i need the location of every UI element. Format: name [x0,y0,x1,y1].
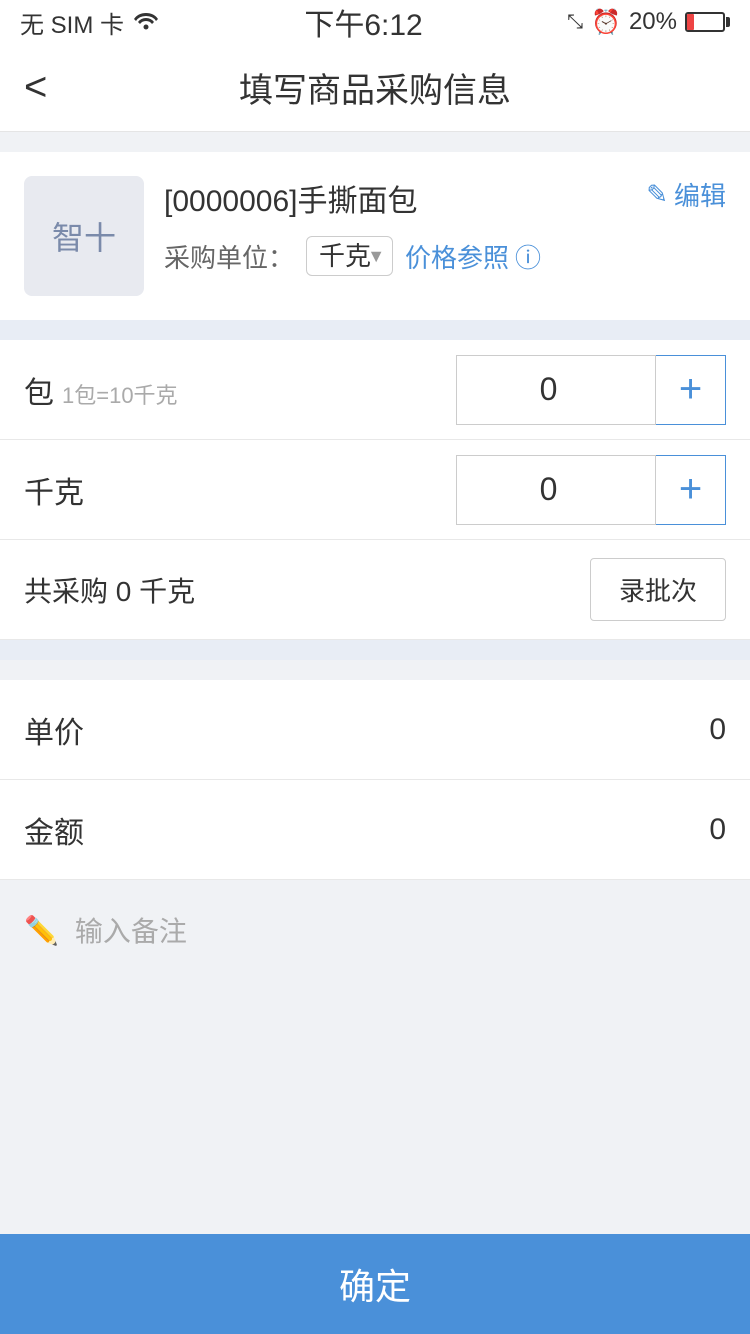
record-batch-button[interactable]: 录批次 [590,558,726,621]
alarm-icon: ⏰ [591,8,621,37]
unit-label: 采购单位： [164,238,294,275]
summary-unit: 千克 [139,576,195,607]
battery-icon [685,12,730,32]
product-name: [0000006]手撕面包 [164,176,726,220]
amount-row: 金额 0 [0,780,750,880]
location-icon: ⤡ [567,11,583,34]
edit-label: 编辑 [674,176,726,213]
wifi-icon [132,8,160,37]
section-divider-2 [0,640,750,660]
amount-label: 金额 [24,808,84,852]
status-bar: 无 SIM 卡 下午6:12 ⤡ ⏰ 20% [0,0,750,44]
kg-label: 千克 [24,468,456,512]
bag-quantity-input[interactable] [456,355,656,425]
sim-label: 无 SIM 卡 [20,5,124,40]
product-image: 智十 [24,176,144,296]
summary-text: 共采购 0 千克 [24,570,195,610]
kg-quantity-input[interactable] [456,455,656,525]
amount-value: 0 [709,813,726,847]
price-info-section: 单价 0 金额 0 [0,680,750,880]
kg-input-row: 千克 + [0,440,750,540]
unit-select[interactable]: 千克 包 [306,236,393,276]
pencil-icon: ✏️ [24,914,59,947]
battery-percent: 20% [629,8,677,36]
summary-row: 共采购 0 千克 录批次 [0,540,750,640]
status-right: ⤡ ⏰ 20% [567,8,730,37]
product-info: [0000006]手撕面包 采购单位： 千克 包 价格参照 ⓘ [164,176,726,276]
status-time: 下午6:12 [304,0,422,44]
unit-price-value: 0 [709,713,726,747]
confirm-button[interactable]: 确定 [0,1234,750,1334]
section-divider-1 [0,320,750,340]
price-ref-button[interactable]: 价格参照 ⓘ [405,238,541,275]
summary-prefix: 共采购 [24,576,116,607]
nav-bar: < 填写商品采购信息 [0,44,750,132]
page-title: 填写商品采购信息 [239,63,511,112]
summary-amount: 0 [116,576,139,607]
price-ref-label: 价格参照 [405,238,509,275]
unit-price-row: 单价 0 [0,680,750,780]
input-section: 包1包=10千克 + 千克 + [0,340,750,540]
kg-input-control: + [456,455,726,525]
bag-label: 包1包=10千克 [24,368,456,412]
product-unit-row: 采购单位： 千克 包 价格参照 ⓘ [164,236,726,276]
edit-button[interactable]: ✎ 编辑 [646,176,726,213]
bag-sub: 1包=10千克 [62,383,178,408]
bag-input-row: 包1包=10千克 + [0,340,750,440]
kg-plus-button[interactable]: + [656,455,726,525]
edit-icon: ✎ [646,179,668,210]
unit-price-label: 单价 [24,708,84,752]
product-card: 智十 [0000006]手撕面包 采购单位： 千克 包 价格参照 ⓘ ✎ 编辑 [0,152,750,320]
back-button[interactable]: < [24,65,47,110]
unit-select-wrapper[interactable]: 千克 包 [306,236,393,276]
product-logo: 智十 [52,213,116,259]
bag-input-control: + [456,355,726,425]
remark-section[interactable]: ✏️ 输入备注 [0,880,750,980]
status-left: 无 SIM 卡 [20,5,160,40]
info-icon: ⓘ [515,238,541,275]
bag-plus-button[interactable]: + [656,355,726,425]
remark-placeholder: 输入备注 [75,910,187,950]
